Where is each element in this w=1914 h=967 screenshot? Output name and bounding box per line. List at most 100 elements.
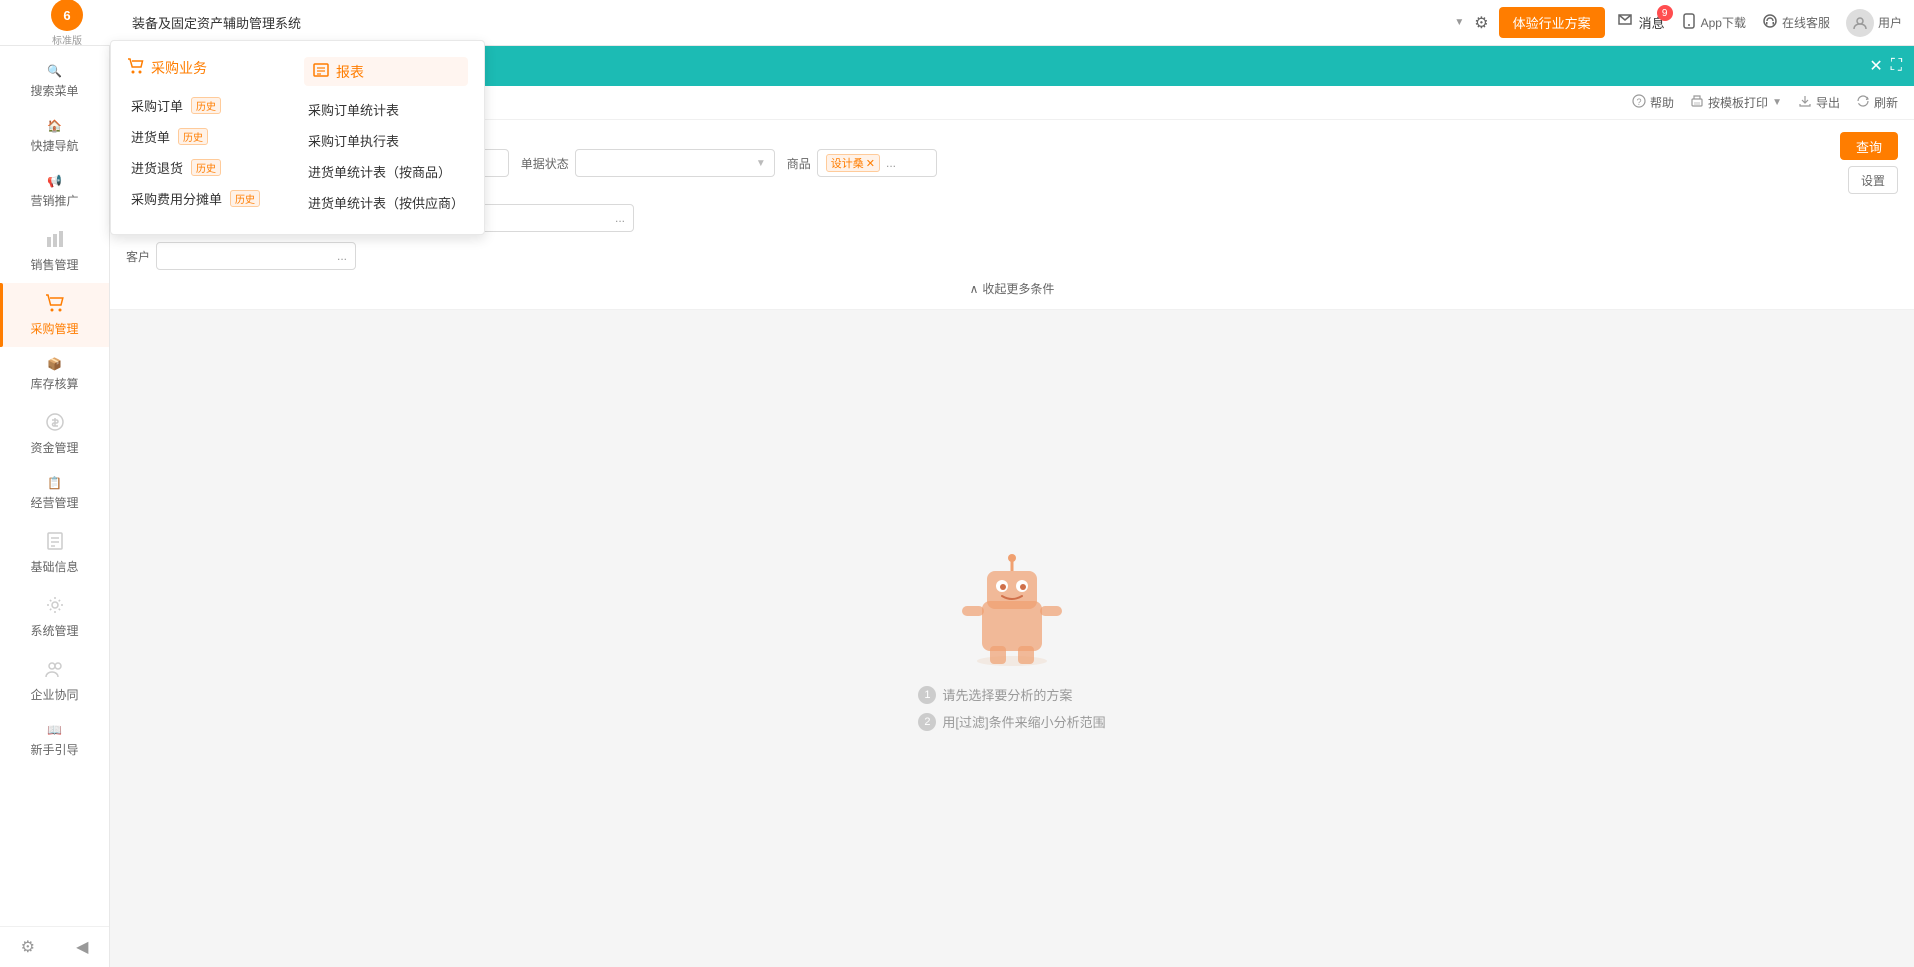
collapse-label: 收起更多条件	[982, 280, 1054, 297]
avatar	[1846, 9, 1874, 37]
customer-dots[interactable]: ...	[337, 249, 347, 263]
tab-expand-icon[interactable]: ⛶	[1891, 57, 1902, 75]
collapse-up-icon: ∧	[970, 282, 979, 296]
hint-num-1: 1	[918, 686, 936, 704]
sidebar-bottom: ⚙ ◀	[0, 926, 109, 967]
export-label: 导出	[1816, 94, 1840, 111]
finance-icon	[45, 412, 65, 435]
purchase-menu-icon	[127, 57, 145, 78]
sidebar-item-quick-nav[interactable]: 🏠 快捷导航	[0, 109, 109, 164]
sidebar-item-label: 销售管理	[30, 256, 78, 273]
refresh-btn[interactable]: 刷新	[1856, 94, 1898, 111]
goods-tag-close-icon[interactable]: ✕	[866, 157, 875, 170]
filter-action-area: 查询 设置	[1840, 132, 1898, 194]
menu-item-purchase-order-exec[interactable]: 采购订单执行表	[304, 125, 468, 156]
system-settings-icon[interactable]: ⚙	[1474, 13, 1488, 33]
home-icon: 🏠	[47, 119, 62, 133]
sidebar-item-system[interactable]: 系统管理	[0, 585, 109, 649]
sidebar-item-label: 经营管理	[30, 494, 78, 511]
sidebar-item-label: 营销推广	[30, 192, 78, 209]
customer-filter: 客户 ...	[126, 242, 356, 270]
print-dropdown-icon[interactable]: ▼	[1772, 97, 1782, 108]
doc-status-select[interactable]: ▼	[575, 149, 775, 177]
collapse-btn[interactable]: ∧ 收起更多条件	[970, 280, 1055, 297]
menu-section-reports-title: 报表	[304, 57, 468, 86]
sidebar-item-label: 搜索菜单	[30, 82, 78, 99]
system-title-dropdown-icon[interactable]: ▼	[1454, 17, 1464, 28]
menu-item-purchase-order[interactable]: 采购订单 历史	[127, 90, 264, 121]
message-icon	[1615, 11, 1635, 34]
print-label: 按模板打印	[1708, 94, 1768, 111]
tab-close-window-icon[interactable]: ✕	[1869, 56, 1882, 76]
goods-filter: 商品 设计桑 ✕ ...	[787, 149, 937, 177]
salesperson-dots[interactable]: ...	[615, 211, 625, 225]
history-tag-stock-in: 历史	[178, 128, 208, 145]
empty-hint-item-2: 2 用[过滤]条件来缩小分析范围	[918, 712, 1105, 731]
app-download-btn[interactable]: App下载	[1681, 13, 1746, 32]
export-icon	[1798, 94, 1812, 111]
service-icon	[1762, 13, 1778, 32]
sidebar-item-sales[interactable]: 销售管理	[0, 219, 109, 283]
sidebar-item-label: 系统管理	[30, 622, 78, 639]
customer-label: 客户	[126, 248, 150, 265]
stock-in-label: 进货单	[131, 127, 170, 146]
customer-select[interactable]: ...	[156, 242, 356, 270]
sidebar-settings-icon[interactable]: ⚙	[21, 937, 35, 957]
basic-info-icon	[45, 531, 65, 554]
print-btn[interactable]: 按模板打印 ▼	[1690, 94, 1782, 111]
report-menu-icon	[312, 61, 330, 82]
main-content: 1 请先选择要分析的方案 2 用[过滤]条件来缩小分析范围	[110, 310, 1914, 967]
sidebar-item-guide[interactable]: 📖 新手引导	[0, 713, 109, 768]
doc-status-filter: 单据状态 ▼	[521, 149, 775, 177]
sidebar-item-label: 企业协同	[30, 686, 78, 703]
dropdown-menu: 采购业务 采购订单 历史 进货单 历史 进货退货 历史 采购费用分摊单 历史 报…	[110, 40, 485, 235]
purchase-cost-label: 采购费用分摊单	[131, 189, 222, 208]
sidebar-item-finance[interactable]: 资金管理	[0, 402, 109, 466]
sidebar-item-label: 快捷导航	[30, 137, 78, 154]
sidebar-item-marketing[interactable]: 📢 营销推广	[0, 164, 109, 219]
refresh-icon	[1856, 94, 1870, 111]
history-tag-stock-return: 历史	[191, 159, 221, 176]
help-btn[interactable]: ? 帮助	[1632, 94, 1674, 111]
logo-subtitle: 标准版	[52, 32, 82, 47]
stock-stats-by-supplier-label: 进货单统计表（按供应商）	[308, 193, 464, 212]
menu-item-stock-in[interactable]: 进货单 历史	[127, 121, 264, 152]
menu-section-purchase-label: 采购业务	[151, 58, 207, 78]
guide-icon: 📖	[47, 723, 62, 737]
purchase-order-stats-label: 采购订单统计表	[308, 100, 399, 119]
settings-btn[interactable]: 设置	[1848, 166, 1898, 194]
user-btn[interactable]: 用户	[1846, 9, 1902, 37]
goods-select[interactable]: 设计桑 ✕ ...	[817, 149, 937, 177]
sidebar-item-search[interactable]: 🔍 搜索菜单	[0, 54, 109, 109]
menu-item-purchase-cost[interactable]: 采购费用分摊单 历史	[127, 183, 264, 214]
menu-item-purchase-order-stats[interactable]: 采购订单统计表	[304, 94, 468, 125]
sidebar-item-label: 资金管理	[30, 439, 78, 456]
online-service-btn[interactable]: 在线客服	[1762, 13, 1830, 32]
sidebar-item-inventory[interactable]: 📦 库存核算	[0, 347, 109, 402]
enterprise-icon	[45, 659, 65, 682]
stock-return-label: 进货退货	[131, 158, 183, 177]
sidebar-item-operations[interactable]: 📋 经营管理	[0, 466, 109, 521]
message-btn[interactable]: 消息 9	[1615, 11, 1665, 34]
online-service-label: 在线客服	[1782, 14, 1830, 31]
sidebar-item-basic-info[interactable]: 基础信息	[0, 521, 109, 585]
industry-btn[interactable]: 体验行业方案	[1499, 7, 1605, 38]
query-btn[interactable]: 查询	[1840, 132, 1898, 160]
export-btn[interactable]: 导出	[1798, 94, 1840, 111]
sidebar-item-label: 基础信息	[30, 558, 78, 575]
menu-item-stock-stats-by-supplier[interactable]: 进货单统计表（按供应商）	[304, 187, 468, 218]
menu-item-stock-return[interactable]: 进货退货 历史	[127, 152, 264, 183]
doc-status-dropdown-icon: ▼	[756, 158, 766, 169]
inventory-icon: 📦	[47, 357, 62, 371]
sidebar-item-purchase[interactable]: 采购管理	[0, 283, 109, 347]
menu-item-stock-stats-by-goods[interactable]: 进货单统计表（按商品）	[304, 156, 468, 187]
sidebar-collapse-icon[interactable]: ◀	[76, 937, 88, 957]
hint-text-2: 用[过滤]条件来缩小分析范围	[942, 712, 1105, 731]
doc-status-label: 单据状态	[521, 155, 569, 172]
purchase-order-label: 采购订单	[131, 96, 183, 115]
goods-more-dots[interactable]: ...	[886, 156, 896, 170]
goods-tag-text: 设计桑	[831, 155, 864, 171]
sidebar-item-enterprise[interactable]: 企业协同	[0, 649, 109, 713]
help-label: 帮助	[1650, 94, 1674, 111]
menu-section-reports-label: 报表	[336, 62, 364, 82]
